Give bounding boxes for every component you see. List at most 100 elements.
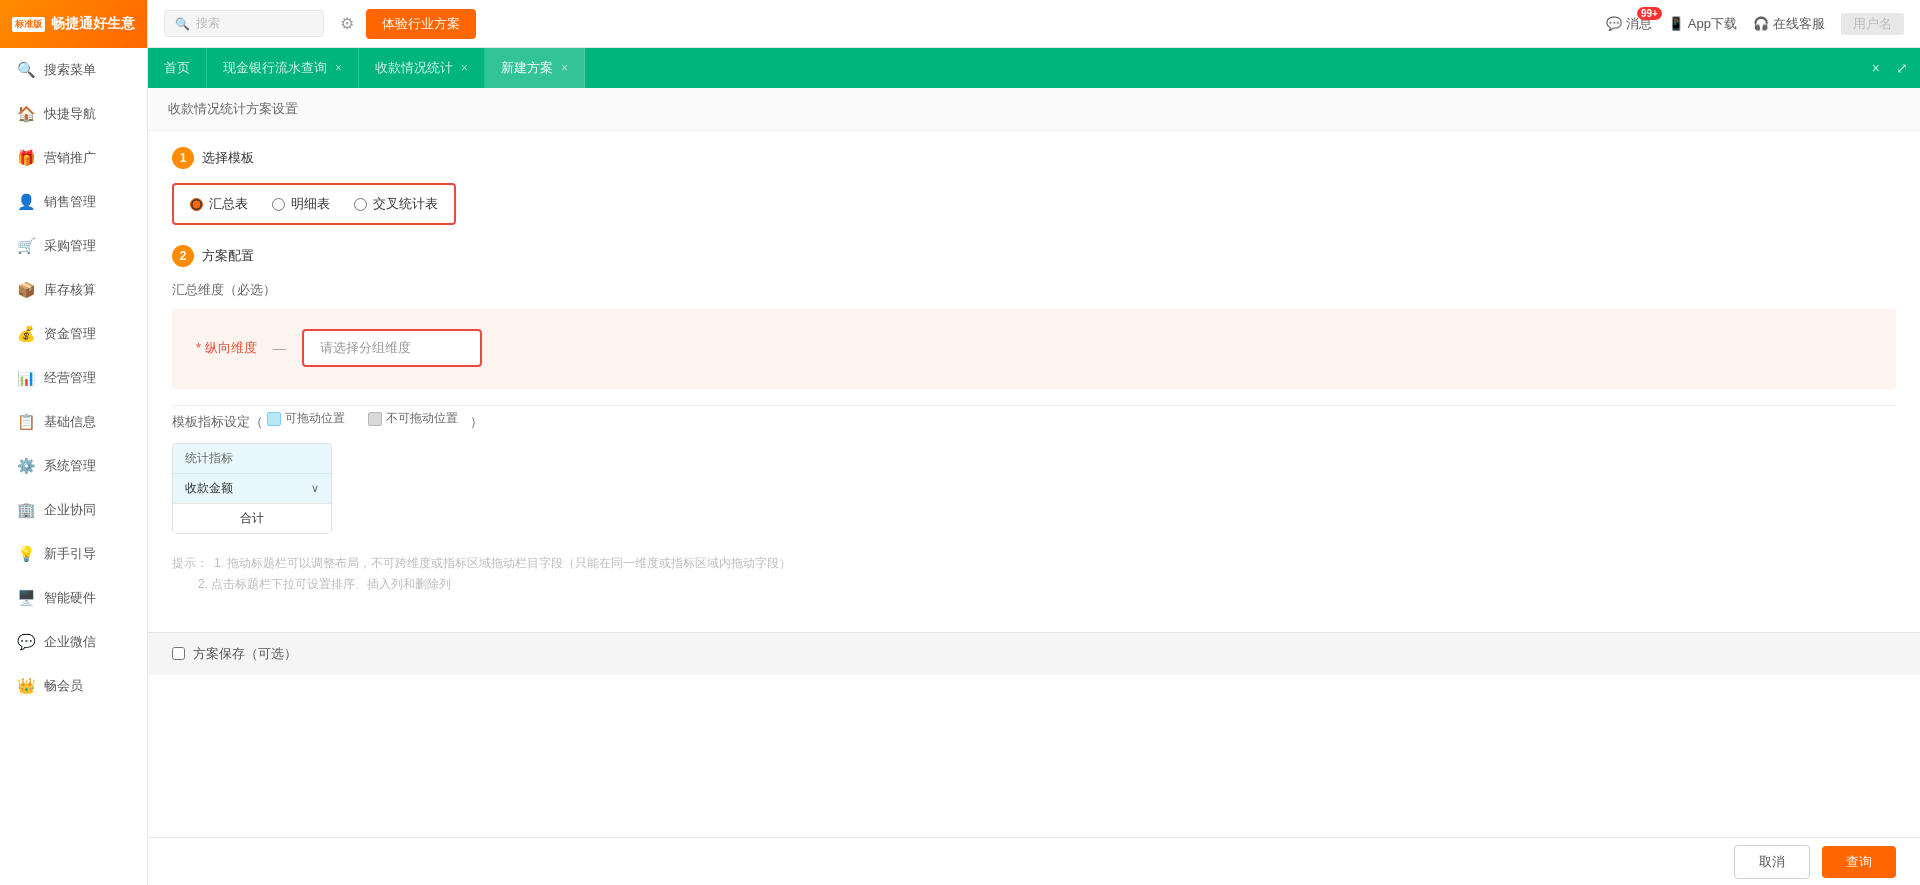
tab-bank-flow[interactable]: 现金银行流水查询×	[207, 48, 359, 88]
cancel-button[interactable]: 取消	[1734, 845, 1810, 879]
message-item[interactable]: 💬 消息 99+	[1606, 15, 1652, 33]
tab-close-bank-flow[interactable]: ×	[335, 61, 342, 75]
basic-info-label: 基础信息	[44, 413, 96, 431]
basic-info-icon: 📋	[16, 412, 36, 432]
sidebar-logo: 标准版 畅捷通好生意	[0, 0, 147, 48]
tab-new-plan[interactable]: 新建方案×	[485, 48, 585, 88]
sidebar-item-basic-info[interactable]: 📋 基础信息	[0, 400, 147, 444]
sidebar-item-member[interactable]: 👑 畅会员	[0, 664, 147, 708]
tab-label-collection-stats: 收款情况统计	[375, 59, 453, 77]
guide-label: 新手引导	[44, 545, 96, 563]
stats-table-row: 收款金额 ∨	[173, 473, 331, 503]
page-header: 收款情况统计方案设置	[148, 88, 1920, 131]
sidebar-item-marketing[interactable]: 🎁 营销推广	[0, 136, 147, 180]
hardware-icon: 🖥️	[16, 588, 36, 608]
stats-table-header: 统计指标	[173, 444, 331, 473]
quick-nav-icon: 🏠	[16, 104, 36, 124]
query-button[interactable]: 查询	[1822, 846, 1896, 878]
save-checkbox-label[interactable]: 方案保存（可选）	[193, 645, 297, 663]
dimension-area: 纵向维度 — 请选择分组维度	[172, 309, 1896, 389]
sidebar-item-operation[interactable]: 📊 经营管理	[0, 356, 147, 400]
footer-bar: 取消 查询	[148, 837, 1920, 885]
tab-home[interactable]: 首页	[148, 48, 207, 88]
inventory-label: 库存核算	[44, 281, 96, 299]
sidebar-item-system[interactable]: ⚙️ 系统管理	[0, 444, 147, 488]
sales-label: 销售管理	[44, 193, 96, 211]
tab-close-collection-stats[interactable]: ×	[461, 61, 468, 75]
template-selection-box: 汇总表 明细表 交叉统计表	[172, 183, 456, 225]
radio-detail-label: 明细表	[291, 195, 330, 213]
enterprise-icon: 🏢	[16, 500, 36, 520]
step1-title: 选择模板	[202, 149, 254, 167]
save-checkbox[interactable]	[172, 647, 185, 660]
message-icon: 💬	[1606, 16, 1622, 31]
vertical-dim-label: 纵向维度	[196, 339, 257, 357]
radio-cross-input[interactable]	[354, 198, 367, 211]
radio-cross[interactable]: 交叉统计表	[354, 195, 438, 213]
page-header-title: 收款情况统计方案设置	[168, 101, 298, 116]
dimension-label: 汇总维度（必选）	[172, 281, 1896, 299]
tips-section: 提示： 1. 拖动标题栏可以调整布局，不可跨维度或指标区域拖动栏目字段（只能在同…	[172, 553, 1896, 596]
marketing-label: 营销推广	[44, 149, 96, 167]
expand-window-btn[interactable]: ⤢	[1892, 56, 1912, 80]
sidebar-item-enterprise[interactable]: 🏢 企业协同	[0, 488, 147, 532]
enterprise-label: 企业协同	[44, 501, 96, 519]
purchase-icon: 🛒	[16, 236, 36, 256]
finance-label: 资金管理	[44, 325, 96, 343]
sidebar-item-search-menu[interactable]: 🔍 搜索菜单	[0, 48, 147, 92]
member-icon: 👑	[16, 676, 36, 696]
topbar: 🔍 搜索 ⚙ 体验行业方案 💬 消息 99+ 📱 App下载 🎧 在线客服 用户…	[148, 0, 1920, 48]
tip-1-text: 1. 拖动标题栏可以调整布局，不可跨维度或指标区域拖动栏目字段（只能在同一维度或…	[214, 553, 791, 575]
tab-close-new-plan[interactable]: ×	[561, 61, 568, 75]
industry-btn[interactable]: 体验行业方案	[366, 9, 476, 39]
sidebar: 标准版 畅捷通好生意 🔍 搜索菜单 🏠 快捷导航 🎁 营销推广 👤 销售管理 🛒…	[0, 0, 148, 885]
movable-legend-label: 可拖动位置	[285, 410, 345, 427]
step1-section: 1 选择模板 汇总表 明细表 交叉统计表	[172, 147, 1896, 225]
sidebar-item-purchase[interactable]: 🛒 采购管理	[0, 224, 147, 268]
sales-icon: 👤	[16, 192, 36, 212]
stats-row-dropdown[interactable]: ∨	[311, 482, 319, 495]
message-badge: 99+	[1637, 7, 1662, 20]
tab-collection-stats[interactable]: 收款情况统计 ×	[359, 48, 485, 88]
radio-summary-input[interactable]	[190, 198, 203, 211]
close-window-btn[interactable]: ×	[1868, 56, 1884, 80]
marketing-icon: 🎁	[16, 148, 36, 168]
dimension-arrow: —	[273, 341, 286, 356]
indicator-settings-title: 模板指标设定（ 可拖动位置 不可拖动位置 ）	[172, 410, 483, 431]
sidebar-item-inventory[interactable]: 📦 库存核算	[0, 268, 147, 312]
radio-summary-label: 汇总表	[209, 195, 248, 213]
username-item[interactable]: 用户名	[1841, 13, 1904, 35]
tip-line-2: 2. 点击标题栏下拉可设置排序、插入列和删除列	[172, 574, 1896, 596]
search-menu-label: 搜索菜单	[44, 61, 96, 79]
online-service-label: 在线客服	[1773, 15, 1825, 33]
search-menu-icon: 🔍	[16, 60, 36, 80]
radio-cross-label: 交叉统计表	[373, 195, 438, 213]
tab-label-home: 首页	[164, 59, 190, 77]
topbar-search-box[interactable]: 🔍 搜索	[164, 10, 324, 37]
gear-icon[interactable]: ⚙	[340, 14, 354, 33]
search-icon: 🔍	[175, 17, 190, 31]
logo-text: 畅捷通好生意	[51, 15, 135, 33]
content-area: 收款情况统计方案设置 1 选择模板 汇总表 明细表	[148, 88, 1920, 837]
sidebar-item-sales[interactable]: 👤 销售管理	[0, 180, 147, 224]
sidebar-item-finance[interactable]: 💰 资金管理	[0, 312, 147, 356]
logo-badge: 标准版	[12, 17, 45, 32]
sidebar-nav: 🔍 搜索菜单 🏠 快捷导航 🎁 营销推广 👤 销售管理 🛒 采购管理 📦 库存核…	[0, 48, 147, 885]
dimension-select-box[interactable]: 请选择分组维度	[302, 329, 482, 367]
purchase-label: 采购管理	[44, 237, 96, 255]
radio-summary[interactable]: 汇总表	[190, 195, 248, 213]
sidebar-item-wechat[interactable]: 💬 企业微信	[0, 620, 147, 664]
sidebar-item-quick-nav[interactable]: 🏠 快捷导航	[0, 92, 147, 136]
fixed-legend-label: 不可拖动位置	[386, 410, 458, 427]
radio-detail-input[interactable]	[272, 198, 285, 211]
sidebar-item-guide[interactable]: 💡 新手引导	[0, 532, 147, 576]
tabbar: 首页现金银行流水查询×收款情况统计×新建方案× × ⤢	[148, 48, 1920, 88]
online-service-item[interactable]: 🎧 在线客服	[1753, 15, 1825, 33]
topbar-right: 💬 消息 99+ 📱 App下载 🎧 在线客服 用户名	[1606, 13, 1904, 35]
username-text: 用户名	[1841, 13, 1904, 35]
sidebar-item-hardware[interactable]: 🖥️ 智能硬件	[0, 576, 147, 620]
online-service-icon: 🎧	[1753, 16, 1769, 31]
radio-detail[interactable]: 明细表	[272, 195, 330, 213]
app-download-item[interactable]: 📱 App下载	[1668, 15, 1737, 33]
tip-2-text: 2. 点击标题栏下拉可设置排序、插入列和删除列	[198, 574, 451, 596]
